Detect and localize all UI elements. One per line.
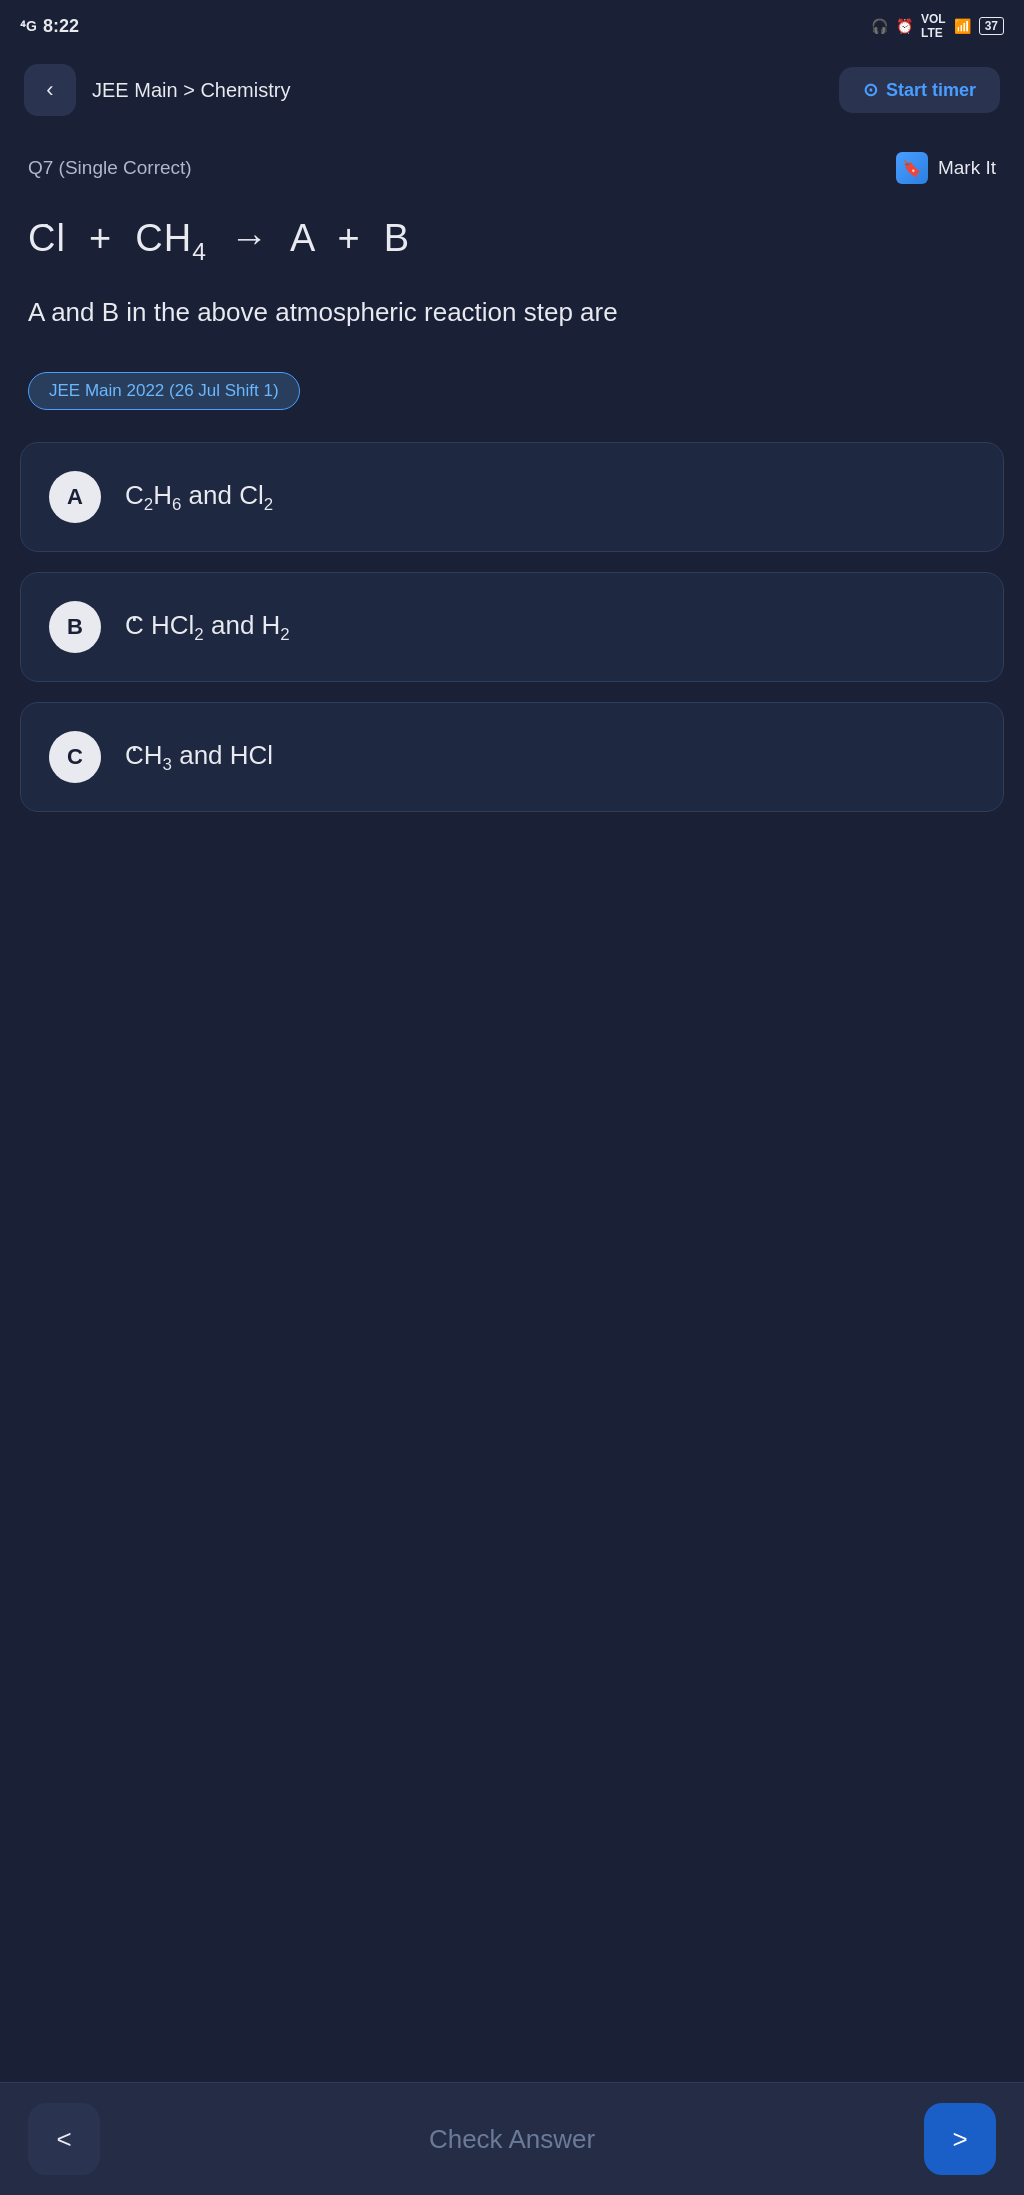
- carbon-radical-c: C: [125, 740, 144, 771]
- question-text: A and B in the above atmospheric reactio…: [28, 293, 996, 332]
- wifi-icon: 📶: [954, 18, 971, 34]
- option-a-circle: A: [49, 471, 101, 523]
- status-bar: ⁴G 8:22 🎧 ⏰ VOLLTE 📶 37: [0, 0, 1024, 48]
- chlorine-radical: Cl: [28, 212, 66, 265]
- option-b-circle: B: [49, 601, 101, 653]
- back-button[interactable]: ‹: [24, 64, 76, 116]
- option-c-text: CH3 and HCl: [125, 740, 273, 775]
- question-header: Q7 (Single Correct) 🔖 Mark It: [0, 132, 1024, 196]
- back-icon: ‹: [46, 77, 53, 103]
- check-answer-label: Check Answer: [429, 2124, 595, 2155]
- battery-indicator: 37: [979, 17, 1004, 35]
- bookmark-icon: 🔖: [896, 152, 928, 184]
- start-timer-button[interactable]: ⊙ Start timer: [839, 67, 1000, 113]
- mark-it-button[interactable]: 🔖 Mark It: [896, 152, 996, 184]
- bottom-navigation: < Check Answer >: [0, 2082, 1024, 2195]
- option-b-text: C HCl2 and H2: [125, 610, 290, 645]
- carbon-radical-b: C: [125, 610, 144, 641]
- status-time: 8:22: [43, 16, 79, 37]
- option-a-card[interactable]: A C2H6 and Cl2: [20, 442, 1004, 552]
- chemical-equation: Cl + CH4 → A + B: [28, 212, 996, 269]
- option-a-letter: A: [67, 484, 83, 510]
- mark-it-label: Mark It: [938, 157, 996, 179]
- status-left: ⁴G 8:22: [20, 16, 79, 37]
- next-icon: >: [952, 2124, 967, 2155]
- signal-icon: ⁴G: [20, 18, 37, 34]
- prev-button[interactable]: <: [28, 2103, 100, 2175]
- option-c-card[interactable]: C CH3 and HCl: [20, 702, 1004, 812]
- question-content: Cl + CH4 → A + B A and B in the above at…: [0, 196, 1024, 356]
- start-timer-label: Start timer: [886, 80, 976, 101]
- nav-header: ‹ JEE Main > Chemistry ⊙ Start timer: [0, 48, 1024, 132]
- option-b-letter: B: [67, 614, 83, 640]
- tag-container: JEE Main 2022 (26 Jul Shift 1): [0, 356, 1024, 442]
- prev-icon: <: [56, 2124, 71, 2155]
- option-b-card[interactable]: B C HCl2 and H2: [20, 572, 1004, 682]
- status-right: 🎧 ⏰ VOLLTE 📶 37: [871, 12, 1004, 40]
- option-c-circle: C: [49, 731, 101, 783]
- option-c-letter: C: [67, 744, 83, 770]
- next-button[interactable]: >: [924, 2103, 996, 2175]
- lte-icon: VOLLTE: [921, 12, 946, 40]
- alarm-icon: ⏰: [896, 18, 913, 34]
- jee-tag: JEE Main 2022 (26 Jul Shift 1): [28, 372, 300, 410]
- timer-icon: ⊙: [863, 79, 878, 101]
- headphone-icon: 🎧: [871, 18, 888, 34]
- question-label: Q7 (Single Correct): [28, 157, 192, 179]
- breadcrumb: JEE Main > Chemistry: [92, 79, 823, 102]
- option-a-text: C2H6 and Cl2: [125, 480, 273, 515]
- options-container: A C2H6 and Cl2 B C HCl2 and H2 C CH3 and…: [0, 442, 1024, 812]
